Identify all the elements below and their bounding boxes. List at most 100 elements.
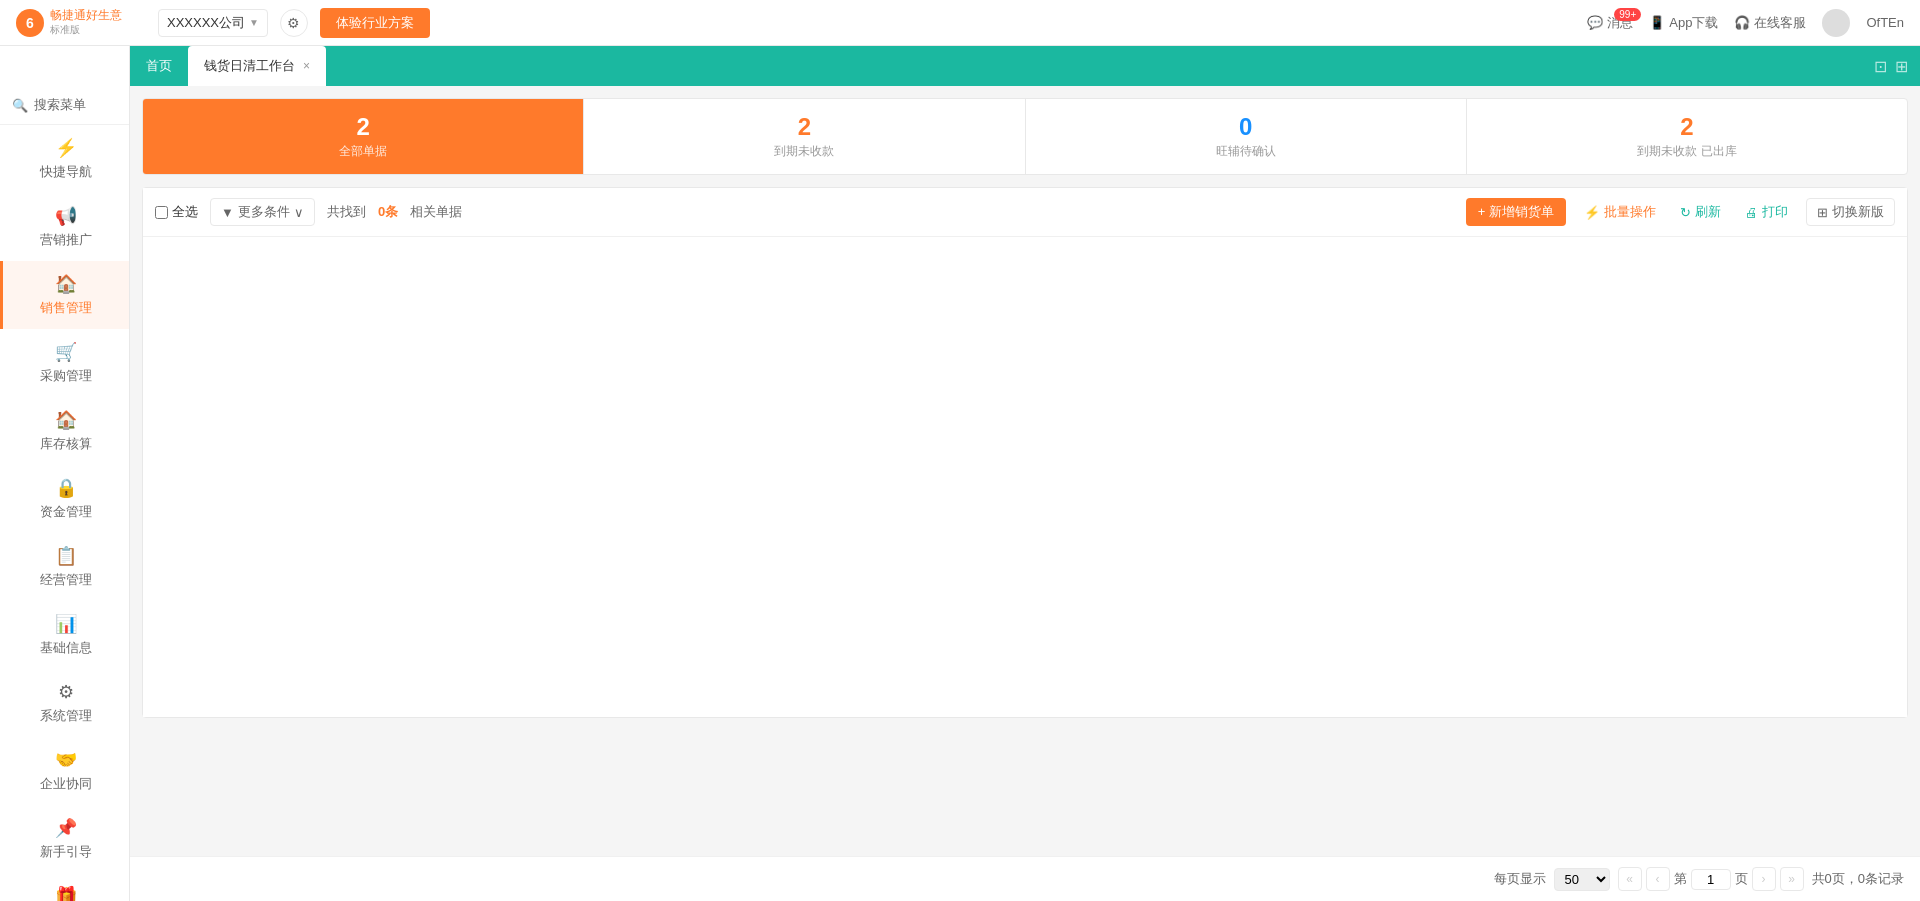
sidebar-item-guide[interactable]: 📌新手引导 bbox=[0, 805, 129, 873]
settings-button[interactable]: ⚙ bbox=[280, 9, 308, 37]
print-icon: 🖨 bbox=[1745, 205, 1758, 220]
username-label[interactable]: OfTEn bbox=[1866, 15, 1904, 30]
print-label: 打印 bbox=[1762, 203, 1788, 221]
found-suffix: 相关单据 bbox=[410, 203, 462, 221]
refresh-icon: ↻ bbox=[1680, 205, 1691, 220]
total-info: 共0页，0条记录 bbox=[1812, 870, 1904, 888]
stat-number-wangwang: 0 bbox=[1046, 113, 1446, 141]
sidebar-label-basic: 基础信息 bbox=[40, 639, 92, 657]
header-right: 💬 消息 99+ 📱 App下载 🎧 在线客服 OfTEn bbox=[1587, 9, 1904, 37]
top-header: 6 畅捷通好生意 标准版 XXXXXX公司 ▼ ⚙ 体验行业方案 💬 消息 99… bbox=[0, 0, 1920, 46]
next-page-button[interactable]: › bbox=[1752, 867, 1776, 891]
stat-label-shipped: 到期未收款 已出库 bbox=[1487, 143, 1887, 160]
sidebar-item-system[interactable]: ⚙系统管理 bbox=[0, 669, 129, 737]
tab-close-icon[interactable]: × bbox=[303, 59, 310, 73]
app-layout: 2全部单据 2 到期未收款 0 旺辅待确认 2 到期未收款 已出库 全选 ▼ 更多条件 ∨ … bbox=[0, 0, 1920, 901]
filter-button[interactable]: ▼ 更多条件 ∨ bbox=[210, 198, 315, 226]
sidebar-icon-system: ⚙ bbox=[58, 681, 74, 703]
sidebar-label-finance: 资金管理 bbox=[40, 503, 92, 521]
sidebar-label-operation: 经营管理 bbox=[40, 571, 92, 589]
toolbar-right: + 新增销货单 ⚡ 批量操作 ↻ 刷新 🖨 打印 ⊞ bbox=[1466, 198, 1895, 226]
filter-icon: ▼ bbox=[221, 205, 234, 220]
last-page-button[interactable]: » bbox=[1780, 867, 1804, 891]
found-count: 0条 bbox=[378, 203, 398, 221]
page-nav: « ‹ 第 页 › » bbox=[1618, 867, 1804, 891]
filter-label: 更多条件 bbox=[238, 203, 290, 221]
switch-version-button[interactable]: ⊞ 切换新版 bbox=[1806, 198, 1895, 226]
logo-text-area: 畅捷通好生意 标准版 bbox=[50, 8, 122, 38]
sidebar-item-inventory[interactable]: 🏠库存核算 bbox=[0, 397, 129, 465]
per-page-select[interactable]: 102050100 bbox=[1554, 868, 1610, 891]
page-number-input[interactable] bbox=[1691, 869, 1731, 890]
sidebar-item-finance[interactable]: 🔒 资金管理 bbox=[0, 465, 129, 533]
batch-label: 批量操作 bbox=[1604, 203, 1656, 221]
tab-maximize-icon[interactable]: ⊞ bbox=[1895, 57, 1908, 76]
sidebar-icon-cooperation: 🤝 bbox=[55, 749, 77, 771]
tab-current-label: 钱货日清工作台 bbox=[204, 57, 295, 75]
sidebar-item-basic[interactable]: 📊 基础信息 bbox=[0, 601, 129, 669]
company-name: XXXXXX公司 bbox=[167, 14, 245, 32]
stat-card-wangwang[interactable]: 0 旺辅待确认 bbox=[1026, 99, 1467, 174]
app-download-label: App下载 bbox=[1669, 14, 1718, 32]
tab-minimize-icon[interactable]: ⊡ bbox=[1874, 57, 1887, 76]
switch-icon: ⊞ bbox=[1817, 205, 1828, 220]
prev-page-button[interactable]: ‹ bbox=[1646, 867, 1670, 891]
first-page-button[interactable]: « bbox=[1618, 867, 1642, 891]
sidebar-item-operation[interactable]: 📋 经营管理 bbox=[0, 533, 129, 601]
select-all-input[interactable] bbox=[155, 206, 168, 219]
sidebar-icon-operation: 📋 bbox=[55, 545, 77, 567]
sidebar-search[interactable]: 🔍 搜索菜单 bbox=[0, 86, 129, 125]
message-action[interactable]: 💬 消息 99+ bbox=[1587, 14, 1633, 32]
stat-card-all[interactable]: 2全部单据 bbox=[143, 99, 584, 174]
toolbar-left: 全选 ▼ 更多条件 ∨ 共找到 0条 相关单据 bbox=[155, 198, 1454, 226]
sidebar-item-purchase[interactable]: 🛒采购管理 bbox=[0, 329, 129, 397]
online-service-action[interactable]: 🎧 在线客服 bbox=[1734, 14, 1806, 32]
app-icon: 📱 bbox=[1649, 15, 1665, 30]
sidebar-icon-finance: 🔒 bbox=[55, 477, 77, 499]
stat-number-overdue: 2 bbox=[604, 113, 1004, 141]
refresh-label: 刷新 bbox=[1695, 203, 1721, 221]
logo-sub: 标准版 bbox=[50, 23, 122, 37]
avatar[interactable] bbox=[1822, 9, 1850, 37]
sidebar-item-cooperation[interactable]: 🤝 企业协同 bbox=[0, 737, 129, 805]
sidebar-item-sales[interactable]: 🏠销售管理 bbox=[0, 261, 129, 329]
per-page-label: 每页显示 bbox=[1494, 870, 1546, 888]
sidebar-items-container: ⚡快捷导航📢营销推广🏠销售管理🛒采购管理🏠库存核算 🔒 资金管理 📋 经营管理 📊 基础信息… bbox=[0, 125, 129, 901]
sidebar-label-inventory: 库存核算 bbox=[40, 435, 92, 453]
print-button[interactable]: 🖨 打印 bbox=[1739, 199, 1794, 225]
tab-current[interactable]: 钱货日清工作台 × bbox=[188, 46, 326, 86]
logo-text: 畅捷通好生意 bbox=[50, 8, 122, 24]
stat-card-shipped[interactable]: 2 到期未收款 已出库 bbox=[1467, 99, 1907, 174]
search-label: 搜索菜单 bbox=[34, 96, 86, 114]
logo-icon: 6 bbox=[16, 9, 44, 37]
sidebar-icon-app-center: 🎁 bbox=[55, 885, 77, 901]
content-card: 全选 ▼ 更多条件 ∨ 共找到 0条 相关单据 + 新增销货单 ⚡ 批量操作 bbox=[142, 187, 1908, 718]
service-icon: 🎧 bbox=[1734, 15, 1750, 30]
sidebar-label-cooperation: 企业协同 bbox=[40, 775, 92, 793]
sidebar-item-marketing[interactable]: 📢营销推广 bbox=[0, 193, 129, 261]
add-sales-button[interactable]: + 新增销货单 bbox=[1466, 198, 1566, 226]
sidebar-icon-purchase: 🛒 bbox=[55, 341, 77, 363]
tab-home-label: 首页 bbox=[146, 57, 172, 75]
select-all-checkbox[interactable]: 全选 bbox=[155, 203, 198, 221]
refresh-button[interactable]: ↻ 刷新 bbox=[1674, 199, 1727, 225]
app-download-action[interactable]: 📱 App下载 bbox=[1649, 14, 1718, 32]
stat-label-wangwang: 旺辅待确认 bbox=[1046, 143, 1446, 160]
tab-controls: ⊡ ⊞ bbox=[1874, 57, 1920, 76]
found-prefix: 共找到 bbox=[327, 203, 366, 221]
sidebar-item-app-center[interactable]: 🎁应用中心 bbox=[0, 873, 129, 901]
stat-label-overdue: 到期未收款 bbox=[604, 143, 1004, 160]
tab-home[interactable]: 首页 bbox=[130, 46, 188, 86]
company-arrow-icon: ▼ bbox=[249, 17, 259, 28]
header-left: 6 畅捷通好生意 标准版 XXXXXX公司 ▼ ⚙ 体验行业方案 bbox=[16, 8, 430, 38]
sidebar-label-sales: 销售管理 bbox=[40, 299, 92, 317]
sidebar-item-quick-nav[interactable]: ⚡快捷导航 bbox=[0, 125, 129, 193]
stat-card-overdue[interactable]: 2 到期未收款 bbox=[584, 99, 1025, 174]
stat-number-shipped: 2 bbox=[1487, 113, 1887, 141]
sidebar-icon-guide: 📌 bbox=[55, 817, 77, 839]
experience-button[interactable]: 体验行业方案 bbox=[320, 8, 430, 38]
filter-arrow-icon: ∨ bbox=[294, 205, 304, 220]
batch-operation-button[interactable]: ⚡ 批量操作 bbox=[1578, 199, 1662, 225]
company-selector[interactable]: XXXXXX公司 ▼ bbox=[158, 9, 268, 37]
sidebar-icon-basic: 📊 bbox=[55, 613, 77, 635]
